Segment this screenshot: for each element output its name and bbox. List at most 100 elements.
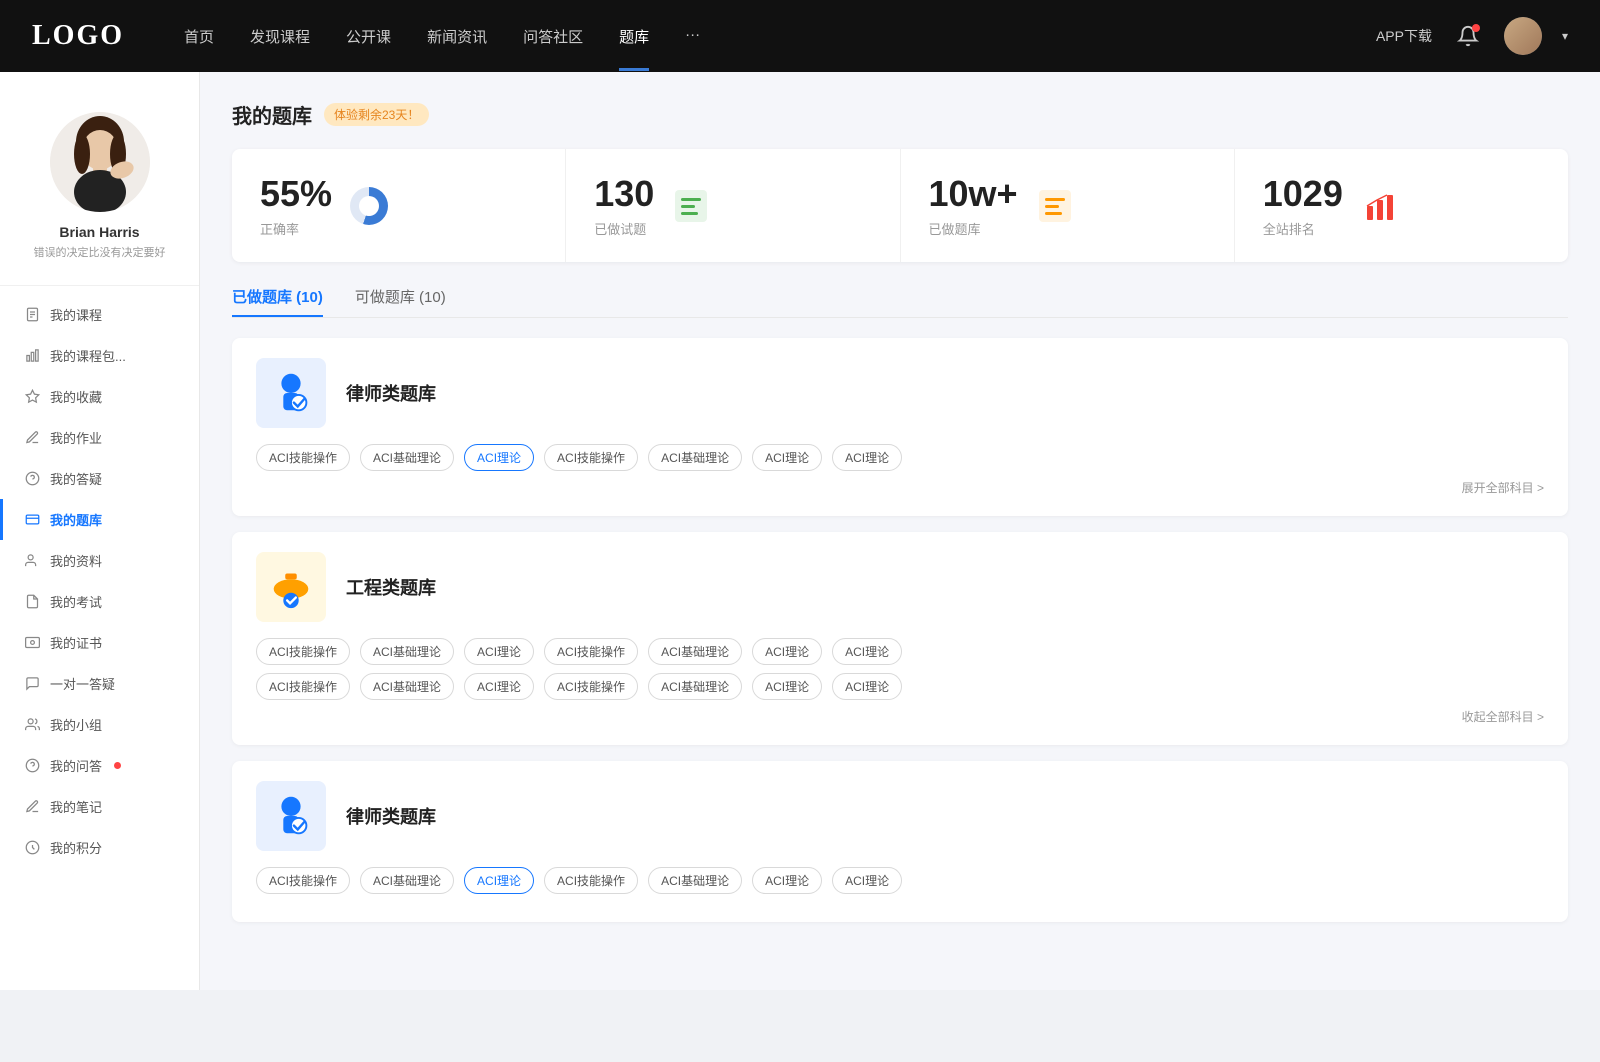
tag-1-4[interactable]: ACI基础理论 [648, 444, 742, 471]
expand-link-1[interactable]: 展开全部科目 > [256, 479, 1544, 496]
sidebar-item-homework[interactable]: 我的作业 [0, 417, 199, 458]
avatar-image [1504, 17, 1542, 55]
stat-rank-text: 1029 全站排名 [1263, 173, 1343, 238]
chart-icon [24, 348, 40, 364]
sidebar-item-profile[interactable]: 我的资料 [0, 540, 199, 581]
list-green-icon [670, 185, 712, 227]
notes-icon [24, 799, 40, 815]
qbank-header-3: 律师类题库 [256, 781, 1544, 851]
tag-2-3[interactable]: ACI技能操作 [544, 638, 638, 665]
sidebar-item-notes[interactable]: 我的笔记 [0, 786, 199, 827]
sidebar-item-group[interactable]: 我的小组 [0, 704, 199, 745]
nav-qa[interactable]: 问答社区 [523, 26, 583, 47]
nav-news[interactable]: 新闻资讯 [427, 26, 487, 47]
tags-row-2b: ACI技能操作 ACI基础理论 ACI理论 ACI技能操作 ACI基础理论 AC… [256, 673, 1544, 700]
nav-more[interactable]: ··· [685, 26, 700, 47]
tag-2-5[interactable]: ACI理论 [752, 638, 822, 665]
stat-accuracy: 55% 正确率 [232, 149, 566, 262]
user-menu-chevron[interactable]: ▾ [1562, 29, 1568, 43]
tab-done[interactable]: 已做题库 (10) [232, 286, 323, 317]
tag-2-1[interactable]: ACI基础理论 [360, 638, 454, 665]
avatar[interactable] [1504, 17, 1542, 55]
logo: LOGO [32, 20, 124, 52]
app-download-link[interactable]: APP下载 [1376, 26, 1432, 46]
stat-done-q-text: 130 已做试题 [594, 173, 654, 238]
nav-bank[interactable]: 题库 [619, 26, 649, 47]
engineer-icon-2 [256, 552, 326, 622]
tags-row-3: ACI技能操作 ACI基础理论 ACI理论 ACI技能操作 ACI基础理论 AC… [256, 867, 1544, 894]
sidebar-label-homework: 我的作业 [50, 428, 102, 447]
tag-3-2[interactable]: ACI理论 [464, 867, 534, 894]
sidebar-label-cert: 我的证书 [50, 633, 102, 652]
points-icon [24, 840, 40, 856]
sidebar-item-1on1[interactable]: 一对一答疑 [0, 663, 199, 704]
tag-2-4[interactable]: ACI基础理论 [648, 638, 742, 665]
qbank-title-1: 律师类题库 [346, 380, 436, 406]
tag-2-13[interactable]: ACI理论 [832, 673, 902, 700]
nav-discover[interactable]: 发现课程 [250, 26, 310, 47]
tag-2-9[interactable]: ACI理论 [464, 673, 534, 700]
bank-icon [24, 512, 40, 528]
sidebar-label-notes: 我的笔记 [50, 797, 102, 816]
tag-2-12[interactable]: ACI理论 [752, 673, 822, 700]
navbar-links: 首页 发现课程 公开课 新闻资讯 问答社区 题库 ··· [184, 26, 1376, 47]
tag-2-6[interactable]: ACI理论 [832, 638, 902, 665]
sidebar-label-course: 我的课程 [50, 305, 102, 324]
sidebar-item-exam[interactable]: 我的考试 [0, 581, 199, 622]
accuracy-icon [348, 185, 390, 227]
tag-1-2[interactable]: ACI理论 [464, 444, 534, 471]
stat-accuracy-label: 正确率 [260, 219, 332, 238]
stat-accuracy-value: 55% [260, 173, 332, 215]
sidebar-label-coursepack: 我的课程包... [50, 346, 126, 365]
notification-bell[interactable] [1452, 20, 1484, 52]
sidebar-label-collection: 我的收藏 [50, 387, 102, 406]
avatar-svg [50, 112, 150, 212]
sidebar-item-myqa[interactable]: 我的问答 [0, 745, 199, 786]
tag-1-6[interactable]: ACI理论 [832, 444, 902, 471]
tag-2-2[interactable]: ACI理论 [464, 638, 534, 665]
qbank-header-2: 工程类题库 [256, 552, 1544, 622]
stat-done-q: 130 已做试题 [566, 149, 900, 262]
tag-3-6[interactable]: ACI理论 [832, 867, 902, 894]
tag-1-5[interactable]: ACI理论 [752, 444, 822, 471]
tag-2-7[interactable]: ACI技能操作 [256, 673, 350, 700]
tag-2-0[interactable]: ACI技能操作 [256, 638, 350, 665]
document-icon [24, 307, 40, 323]
tag-2-11[interactable]: ACI基础理论 [648, 673, 742, 700]
nav-home[interactable]: 首页 [184, 26, 214, 47]
tab-todo[interactable]: 可做题库 (10) [355, 286, 446, 317]
tags-row-1: ACI技能操作 ACI基础理论 ACI理论 ACI技能操作 ACI基础理论 AC… [256, 444, 1544, 471]
tag-2-10[interactable]: ACI技能操作 [544, 673, 638, 700]
tag-1-1[interactable]: ACI基础理论 [360, 444, 454, 471]
collapse-link-2[interactable]: 收起全部科目 > [256, 708, 1544, 725]
sidebar-item-cert[interactable]: 我的证书 [0, 622, 199, 663]
tag-1-3[interactable]: ACI技能操作 [544, 444, 638, 471]
exam-icon [24, 594, 40, 610]
tag-3-4[interactable]: ACI基础理论 [648, 867, 742, 894]
nav-opencourse[interactable]: 公开课 [346, 26, 391, 47]
sidebar-label-bank: 我的题库 [50, 510, 102, 529]
tag-3-0[interactable]: ACI技能操作 [256, 867, 350, 894]
sidebar-item-course[interactable]: 我的课程 [0, 294, 199, 335]
stat-rank-value: 1029 [1263, 173, 1343, 215]
stat-done-b: 10w+ 已做题库 [901, 149, 1235, 262]
sidebar-item-collection[interactable]: 我的收藏 [0, 376, 199, 417]
lawyer-icon-1 [256, 358, 326, 428]
sidebar: Brian Harris 错误的决定比没有决定要好 我的课程 我的课程包... [0, 72, 200, 990]
tag-2-8[interactable]: ACI基础理论 [360, 673, 454, 700]
lawyer-icon-3 [256, 781, 326, 851]
tag-3-3[interactable]: ACI技能操作 [544, 867, 638, 894]
tag-3-5[interactable]: ACI理论 [752, 867, 822, 894]
tags-row-2a: ACI技能操作 ACI基础理论 ACI理论 ACI技能操作 ACI基础理论 AC… [256, 638, 1544, 665]
sidebar-label-qanswer: 我的答疑 [50, 469, 102, 488]
star-icon [24, 389, 40, 405]
sidebar-label-points: 我的积分 [50, 838, 102, 857]
profile-icon [24, 553, 40, 569]
sidebar-item-points[interactable]: 我的积分 [0, 827, 199, 868]
sidebar-item-qanswer[interactable]: 我的答疑 [0, 458, 199, 499]
tag-3-1[interactable]: ACI基础理论 [360, 867, 454, 894]
tag-1-0[interactable]: ACI技能操作 [256, 444, 350, 471]
page-title: 我的题库 [232, 100, 312, 129]
sidebar-item-bank[interactable]: 我的题库 [0, 499, 199, 540]
sidebar-item-coursepack[interactable]: 我的课程包... [0, 335, 199, 376]
